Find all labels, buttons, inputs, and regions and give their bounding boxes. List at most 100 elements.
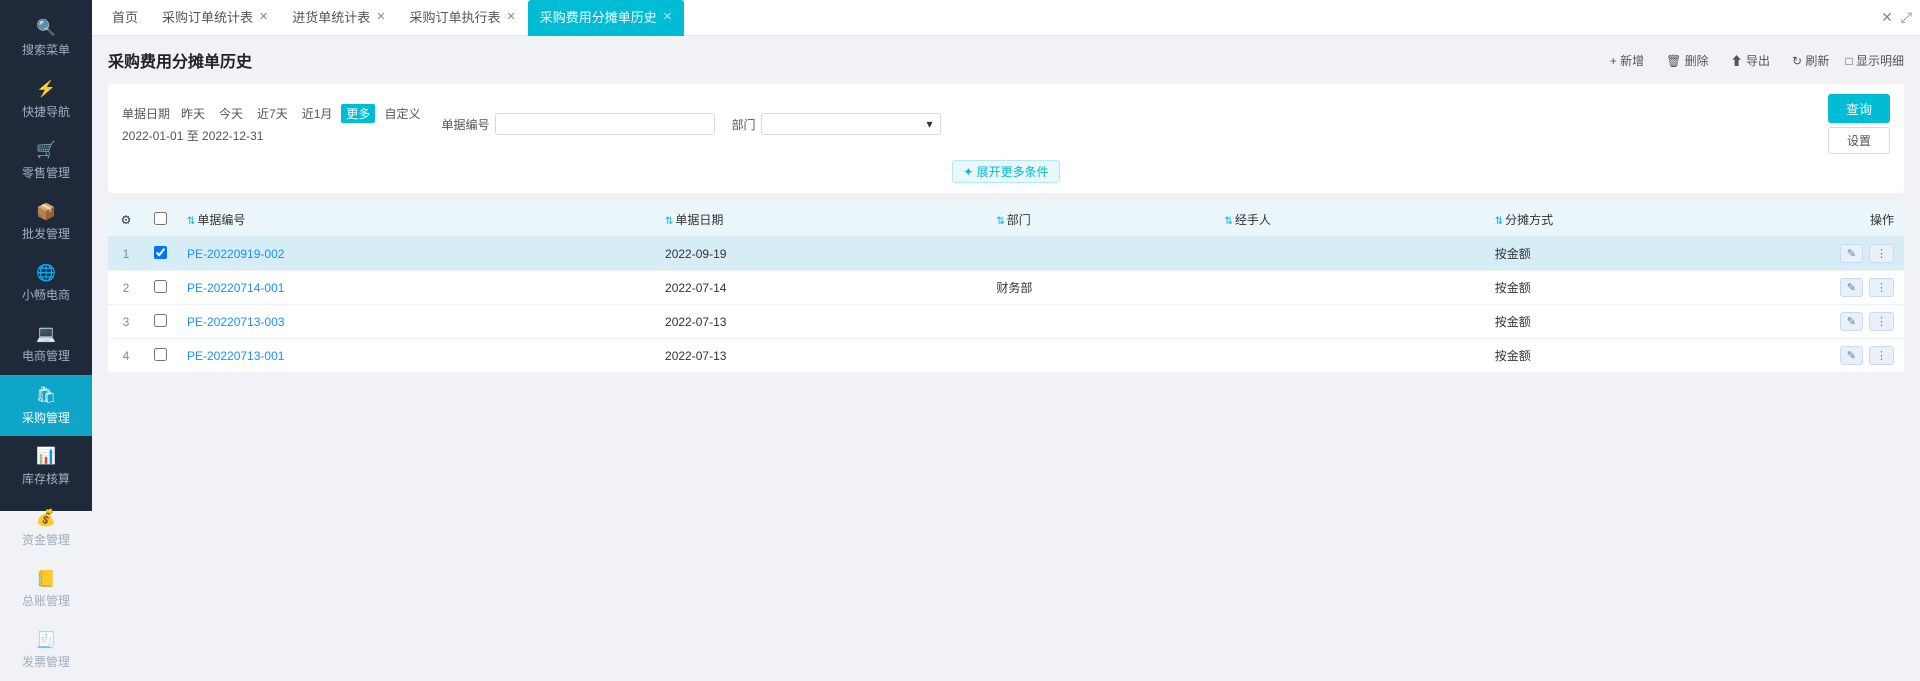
- select-all-checkbox[interactable]: [154, 212, 167, 225]
- tab-close-purchase-summary[interactable]: ✕: [259, 10, 268, 23]
- docno-link[interactable]: PE-20220714-001: [187, 281, 284, 295]
- row-checkbox[interactable]: [154, 280, 167, 293]
- table-row[interactable]: 3 PE-20220713-003 2022-07-13 按金额 ✎ ⋮: [108, 305, 1904, 339]
- delete-button[interactable]: 🗑 删除: [1660, 49, 1715, 72]
- table-row[interactable]: 1 PE-20220919-002 2022-09-19 按金额 ✎ ⋮: [108, 237, 1904, 271]
- sidebar-item-ecommerce[interactable]: 💻 电商管理: [0, 314, 92, 375]
- add-button[interactable]: + 新增: [1604, 49, 1650, 72]
- row-dept: [986, 237, 1214, 271]
- date-range-display[interactable]: 2022-01-01 至 2022-12-31: [122, 127, 425, 144]
- sort-docno-icon[interactable]: ⇅: [187, 216, 195, 227]
- sort-date-icon[interactable]: ⇅: [665, 216, 673, 227]
- sidebar-item-wholesale[interactable]: 📦 批发管理: [0, 192, 92, 253]
- row-handler: [1214, 305, 1484, 339]
- tab-home[interactable]: 首页: [100, 0, 150, 36]
- row-dept: [986, 305, 1214, 339]
- page-header: 采购费用分摊单历史 + 新增 🗑 删除 ⬆ 导出 ↻ 刷新 □ 显示明细: [108, 48, 1904, 72]
- row-actions: ✎ ⋮: [1804, 271, 1904, 305]
- show-cols-checkbox[interactable]: □ 显示明细: [1845, 52, 1904, 69]
- tab-inbound-summary[interactable]: 进货单统计表 ✕: [280, 0, 397, 36]
- row-checkbox[interactable]: [154, 348, 167, 361]
- row-date: 2022-09-19: [655, 237, 986, 271]
- date-options: 昨天 今天 近7天 近1月 更多 自定义: [176, 104, 425, 123]
- records-table: ⚙ ⇅单据编号 ⇅单据日期 ⇅部门 ⇅经手人 ⇅分摊方式 操作 1 PE-202…: [108, 203, 1904, 373]
- sort-dept-icon[interactable]: ⇅: [996, 216, 1004, 227]
- dept-filter-group: 部门 ▾: [731, 113, 941, 135]
- row-split-method: 按金额: [1485, 237, 1804, 271]
- row-checkbox-cell[interactable]: [144, 271, 177, 305]
- row-checkbox-cell[interactable]: [144, 237, 177, 271]
- dept-select[interactable]: ▾: [761, 113, 941, 135]
- query-button[interactable]: 查询: [1828, 94, 1890, 123]
- tab-close-cost-split[interactable]: ✕: [663, 10, 672, 23]
- table-row[interactable]: 2 PE-20220714-001 2022-07-14 财务部 按金额 ✎ ⋮: [108, 271, 1904, 305]
- sidebar-item-ledger[interactable]: 📒 总账管理: [0, 559, 92, 620]
- col-docno: ⇅单据编号: [177, 203, 655, 237]
- more-btn[interactable]: ⋮: [1869, 244, 1894, 263]
- tab-purchase-exec[interactable]: 采购订单执行表 ✕: [397, 0, 527, 36]
- col-settings[interactable]: ⚙: [108, 203, 144, 237]
- more-btn[interactable]: ⋮: [1869, 312, 1894, 331]
- sidebar: 🔍 搜索菜单 ⚡ 快捷导航 🛒 零售管理 📦 批发管理 🌐 小畅电商 💻 电商管…: [0, 0, 92, 511]
- more-btn[interactable]: ⋮: [1869, 278, 1894, 297]
- table-row[interactable]: 4 PE-20220713-001 2022-07-13 按金额 ✎ ⋮: [108, 339, 1904, 373]
- date-opt-more[interactable]: 更多: [341, 104, 375, 123]
- edit-btn[interactable]: ✎: [1840, 244, 1863, 263]
- sidebar-item-ecommerce-mini[interactable]: 🌐 小畅电商: [0, 253, 92, 314]
- tab-purchase-summary[interactable]: 采购订单统计表 ✕: [150, 0, 280, 36]
- row-date: 2022-07-14: [655, 271, 986, 305]
- date-opt-7days[interactable]: 近7天: [252, 104, 293, 123]
- date-opt-1month[interactable]: 近1月: [297, 104, 338, 123]
- filter-right-buttons: 查询 设置: [1828, 94, 1890, 154]
- docno-input[interactable]: [495, 113, 715, 135]
- maximize-btn[interactable]: ⤢: [1901, 9, 1912, 26]
- tab-close-purchase-exec[interactable]: ✕: [507, 10, 516, 23]
- expand-filter-row: ✦ 展开更多条件: [122, 160, 1890, 183]
- export-button[interactable]: ⬆ 导出: [1725, 49, 1776, 72]
- expand-filter-btn[interactable]: ✦ 展开更多条件: [952, 160, 1059, 183]
- quicknav-icon: ⚡: [4, 79, 88, 101]
- row-checkbox[interactable]: [154, 314, 167, 327]
- edit-btn[interactable]: ✎: [1840, 278, 1863, 297]
- tab-cost-split[interactable]: 采购费用分摊单历史 ✕: [528, 0, 684, 36]
- toolbar: + 新增 🗑 删除 ⬆ 导出 ↻ 刷新 □ 显示明细: [1604, 49, 1904, 72]
- invoice-icon: 🧾: [4, 630, 88, 652]
- row-num: 4: [108, 339, 144, 373]
- sidebar-item-inventory[interactable]: 📊 库存核算: [0, 436, 92, 497]
- sidebar-item-purchase[interactable]: 🛍 采购管理: [0, 375, 92, 436]
- docno-link[interactable]: PE-20220919-002: [187, 247, 284, 261]
- more-btn[interactable]: ⋮: [1869, 346, 1894, 365]
- docno-filter-label: 单据编号: [441, 116, 489, 133]
- sidebar-item-search[interactable]: 🔍 搜索菜单: [0, 8, 92, 69]
- close-all-tabs-btn[interactable]: ✕: [1881, 9, 1893, 26]
- edit-btn[interactable]: ✎: [1840, 346, 1863, 365]
- sidebar-item-quicknav[interactable]: ⚡ 快捷导航: [0, 69, 92, 130]
- sidebar-item-finance[interactable]: 💰 资金管理: [0, 498, 92, 559]
- row-checkbox-cell[interactable]: [144, 305, 177, 339]
- date-opt-custom[interactable]: 自定义: [379, 104, 425, 123]
- date-opt-yesterday[interactable]: 昨天: [176, 104, 210, 123]
- row-checkbox[interactable]: [154, 246, 167, 259]
- refresh-button[interactable]: ↻ 刷新: [1786, 49, 1835, 72]
- row-handler: [1214, 237, 1484, 271]
- date-opt-today[interactable]: 今天: [214, 104, 248, 123]
- sidebar-item-invoice[interactable]: 🧾 发票管理: [0, 620, 92, 681]
- sort-handler-icon[interactable]: ⇅: [1224, 216, 1232, 227]
- inventory-icon: 📊: [4, 446, 88, 468]
- row-handler: [1214, 271, 1484, 305]
- retail-icon: 🛒: [4, 140, 88, 162]
- ecommerce-mini-icon: 🌐: [4, 263, 88, 285]
- filter-settings-button[interactable]: 设置: [1828, 127, 1890, 154]
- sidebar-item-retail[interactable]: 🛒 零售管理: [0, 130, 92, 191]
- row-date: 2022-07-13: [655, 305, 986, 339]
- tab-close-inbound-summary[interactable]: ✕: [376, 10, 385, 23]
- sort-split-icon[interactable]: ⇅: [1495, 216, 1503, 227]
- row-checkbox-cell[interactable]: [144, 339, 177, 373]
- row-num: 2: [108, 271, 144, 305]
- edit-btn[interactable]: ✎: [1840, 312, 1863, 331]
- docno-link[interactable]: PE-20220713-003: [187, 315, 284, 329]
- docno-link[interactable]: PE-20220713-001: [187, 349, 284, 363]
- row-split-method: 按金额: [1485, 271, 1804, 305]
- filter-area: 单据日期 昨天 今天 近7天 近1月 更多 自定义 2022-01-01 至 2…: [108, 84, 1904, 193]
- col-checkbox[interactable]: [144, 203, 177, 237]
